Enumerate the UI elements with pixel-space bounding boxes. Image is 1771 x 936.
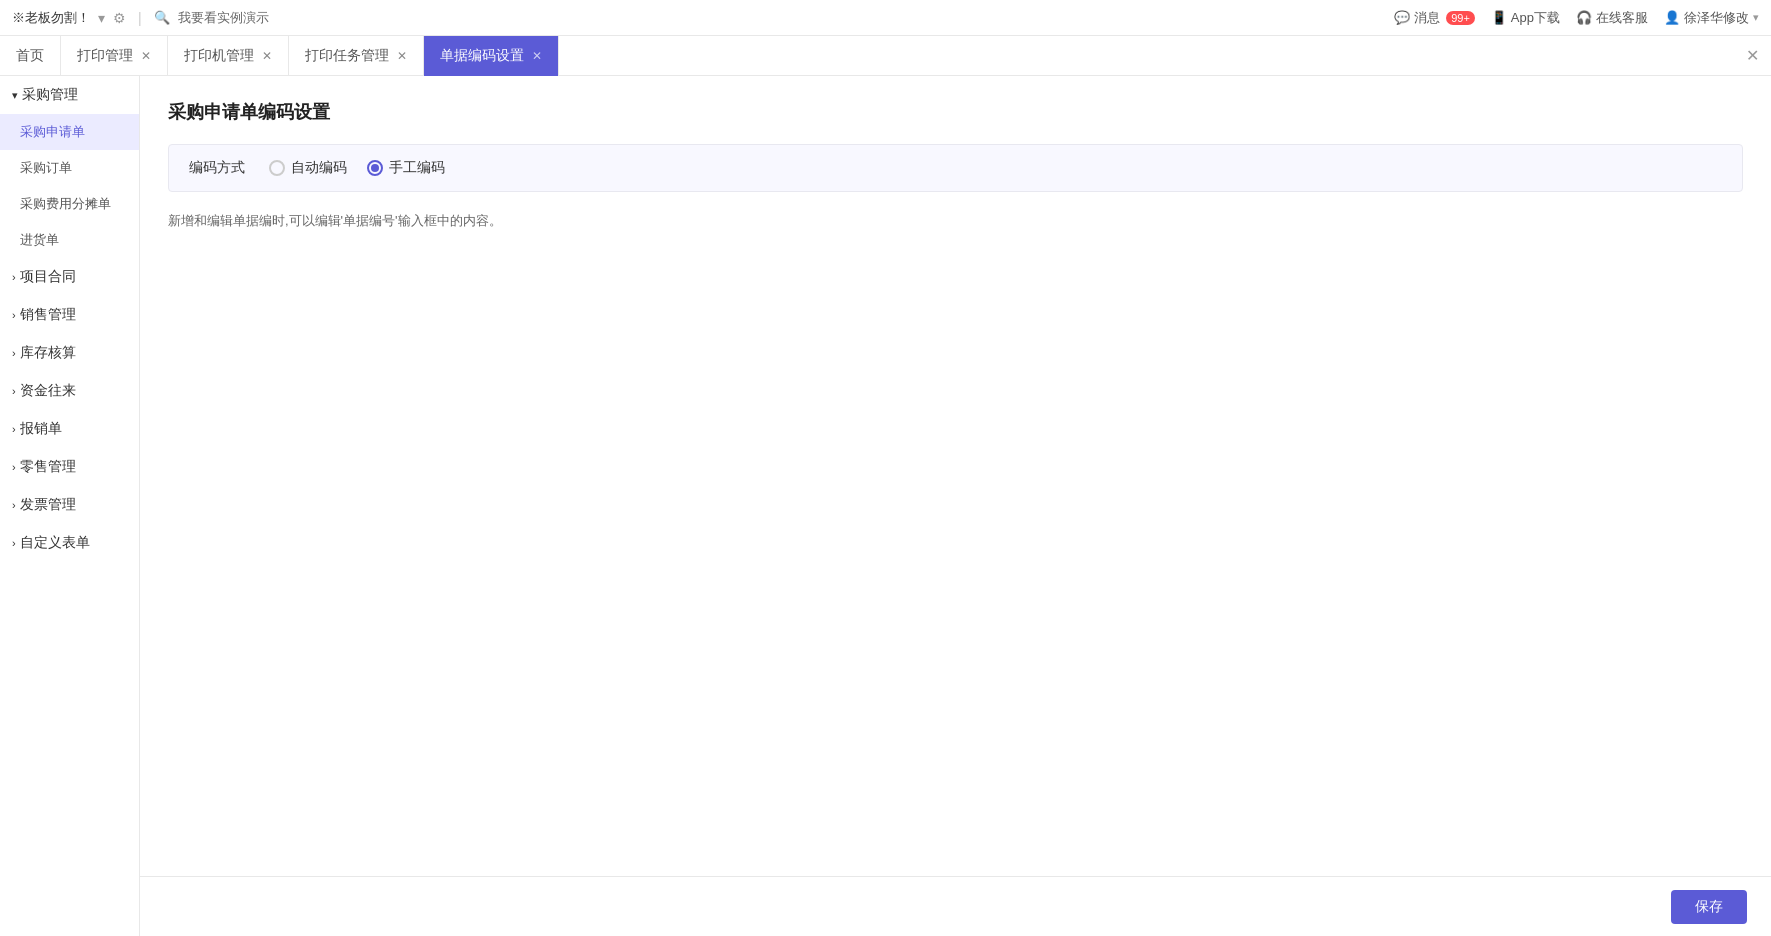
collapse-icon: ▾: [12, 89, 18, 102]
sidebar-group-sales-mgmt[interactable]: › 销售管理: [0, 296, 139, 334]
content-footer: 保存: [140, 876, 1771, 936]
tab-barcode-settings-label: 单据编码设置: [440, 47, 524, 65]
user-name: 徐泽华修改: [1684, 9, 1749, 27]
tab-barcode-settings-close[interactable]: ✕: [532, 49, 542, 63]
chevron-down-icon[interactable]: ▾: [98, 10, 105, 26]
search-icon: 🔍: [154, 10, 170, 25]
tab-home-label: 首页: [16, 47, 44, 65]
sidebar-item-purchase-expense[interactable]: 采购费用分摊单: [0, 186, 139, 222]
sidebar: ▾ 采购管理 采购申请单 采购订单 采购费用分摊单 进货单 › 项目合同 › 销…: [0, 76, 140, 936]
radio-manual-label: 手工编码: [389, 159, 445, 177]
online-service-button[interactable]: 🎧 在线客服: [1576, 9, 1648, 27]
sidebar-item-purchase-order[interactable]: 采购订单: [0, 150, 139, 186]
tab-print-task-mgmt-label: 打印任务管理: [305, 47, 389, 65]
sidebar-group-purchase-mgmt-title[interactable]: ▾ 采购管理: [0, 76, 139, 114]
headset-icon: 🎧: [1576, 10, 1592, 25]
sidebar-group-purchase-mgmt-label: 采购管理: [22, 86, 78, 104]
user-avatar-icon: 👤: [1664, 10, 1680, 25]
online-service-label: 在线客服: [1596, 9, 1648, 27]
main-layout: ▾ 采购管理 采购申请单 采购订单 采购费用分摊单 进货单 › 项目合同 › 销…: [0, 76, 1771, 936]
sidebar-item-purchase-request[interactable]: 采购申请单: [0, 114, 139, 150]
expand-icon: ›: [12, 461, 16, 473]
app-download-button[interactable]: 📱 App下载: [1491, 9, 1560, 27]
expand-icon: ›: [12, 271, 16, 283]
encoding-label: 编码方式: [189, 159, 245, 177]
sidebar-item-purchase-order-label: 采购订单: [20, 160, 72, 175]
expand-icon: ›: [12, 347, 16, 359]
radio-auto-encoding[interactable]: 自动编码: [269, 159, 347, 177]
tab-print-task-mgmt-close[interactable]: ✕: [397, 49, 407, 63]
sidebar-group-project-contract-label: 项目合同: [20, 268, 76, 286]
tab-print-mgmt-label: 打印管理: [77, 47, 133, 65]
sidebar-group-returns[interactable]: › 报销单: [0, 410, 139, 448]
encoding-radio-group: 自动编码 手工编码: [269, 159, 445, 177]
sidebar-group-returns-label: 报销单: [20, 420, 62, 438]
sidebar-group-invoice-mgmt[interactable]: › 发票管理: [0, 486, 139, 524]
expand-icon: ›: [12, 423, 16, 435]
tab-bar: 首页 打印管理 ✕ 打印机管理 ✕ 打印任务管理 ✕ 单据编码设置 ✕ ✕: [0, 36, 1771, 76]
top-bar-right: 💬 消息 99+ 📱 App下载 🎧 在线客服 👤 徐泽华修改 ▾: [1394, 9, 1759, 27]
search-label[interactable]: 我要看实例演示: [178, 9, 269, 27]
tab-home[interactable]: 首页: [0, 36, 61, 76]
tab-print-mgmt[interactable]: 打印管理 ✕: [61, 36, 168, 76]
sidebar-group-capital-label: 资金往来: [20, 382, 76, 400]
radio-manual-encoding[interactable]: 手工编码: [367, 159, 445, 177]
sidebar-group-custom-forms[interactable]: › 自定义表单: [0, 524, 139, 562]
tab-print-mgmt-close[interactable]: ✕: [141, 49, 151, 63]
sidebar-item-purchase-request-label: 采购申请单: [20, 124, 85, 139]
tab-printer-mgmt-label: 打印机管理: [184, 47, 254, 65]
sidebar-group-invoice-mgmt-label: 发票管理: [20, 496, 76, 514]
brand-label: ※老板勿割！: [12, 9, 90, 27]
sidebar-group-purchase-mgmt: ▾ 采购管理 采购申请单 采购订单 采购费用分摊单 进货单: [0, 76, 139, 258]
sidebar-group-project-contract[interactable]: › 项目合同: [0, 258, 139, 296]
sidebar-item-purchase-expense-label: 采购费用分摊单: [20, 196, 111, 211]
content: 采购申请单编码设置 编码方式 自动编码 手工编码: [140, 76, 1771, 936]
save-button[interactable]: 保存: [1671, 890, 1747, 924]
app-icon: 📱: [1491, 10, 1507, 25]
user-chevron-icon: ▾: [1753, 11, 1759, 24]
tab-printer-mgmt[interactable]: 打印机管理 ✕: [168, 36, 289, 76]
app-download-label: App下载: [1511, 9, 1560, 27]
radio-auto-label: 自动编码: [291, 159, 347, 177]
top-bar: ※老板勿割！ ▾ ⚙ | 🔍 我要看实例演示 💬 消息 99+ 📱 App下载 …: [0, 0, 1771, 36]
hint-text: 新增和编辑单据编时,可以编辑'单据编号'输入框中的内容。: [168, 212, 1743, 230]
top-bar-left: ※老板勿割！ ▾ ⚙ | 🔍 我要看实例演示: [12, 9, 269, 27]
sidebar-group-inventory[interactable]: › 库存核算: [0, 334, 139, 372]
sidebar-group-inventory-label: 库存核算: [20, 344, 76, 362]
radio-auto-circle: [269, 160, 285, 176]
sidebar-group-retail-mgmt[interactable]: › 零售管理: [0, 448, 139, 486]
tab-print-task-mgmt[interactable]: 打印任务管理 ✕: [289, 36, 424, 76]
message-button[interactable]: 💬 消息 99+: [1394, 9, 1475, 27]
user-menu[interactable]: 👤 徐泽华修改 ▾: [1664, 9, 1759, 27]
message-badge: 99+: [1446, 11, 1475, 25]
sidebar-group-custom-forms-label: 自定义表单: [20, 534, 90, 552]
expand-icon: ›: [12, 385, 16, 397]
radio-manual-circle: [367, 160, 383, 176]
message-icon: 💬: [1394, 10, 1410, 25]
expand-icon: ›: [12, 537, 16, 549]
tab-barcode-settings[interactable]: 单据编码设置 ✕: [424, 36, 559, 76]
gear-icon[interactable]: ⚙: [113, 10, 126, 26]
tab-printer-mgmt-close[interactable]: ✕: [262, 49, 272, 63]
tab-bar-close-button[interactable]: ✕: [1734, 46, 1771, 65]
message-label: 消息: [1414, 9, 1440, 27]
sidebar-group-sales-mgmt-label: 销售管理: [20, 306, 76, 324]
encoding-section: 编码方式 自动编码 手工编码: [168, 144, 1743, 192]
expand-icon: ›: [12, 499, 16, 511]
content-body: 采购申请单编码设置 编码方式 自动编码 手工编码: [140, 76, 1771, 876]
sidebar-item-inbound-label: 进货单: [20, 232, 59, 247]
sidebar-group-retail-mgmt-label: 零售管理: [20, 458, 76, 476]
expand-icon: ›: [12, 309, 16, 321]
page-title: 采购申请单编码设置: [168, 100, 1743, 124]
sidebar-group-capital[interactable]: › 资金往来: [0, 372, 139, 410]
sidebar-item-inbound[interactable]: 进货单: [0, 222, 139, 258]
